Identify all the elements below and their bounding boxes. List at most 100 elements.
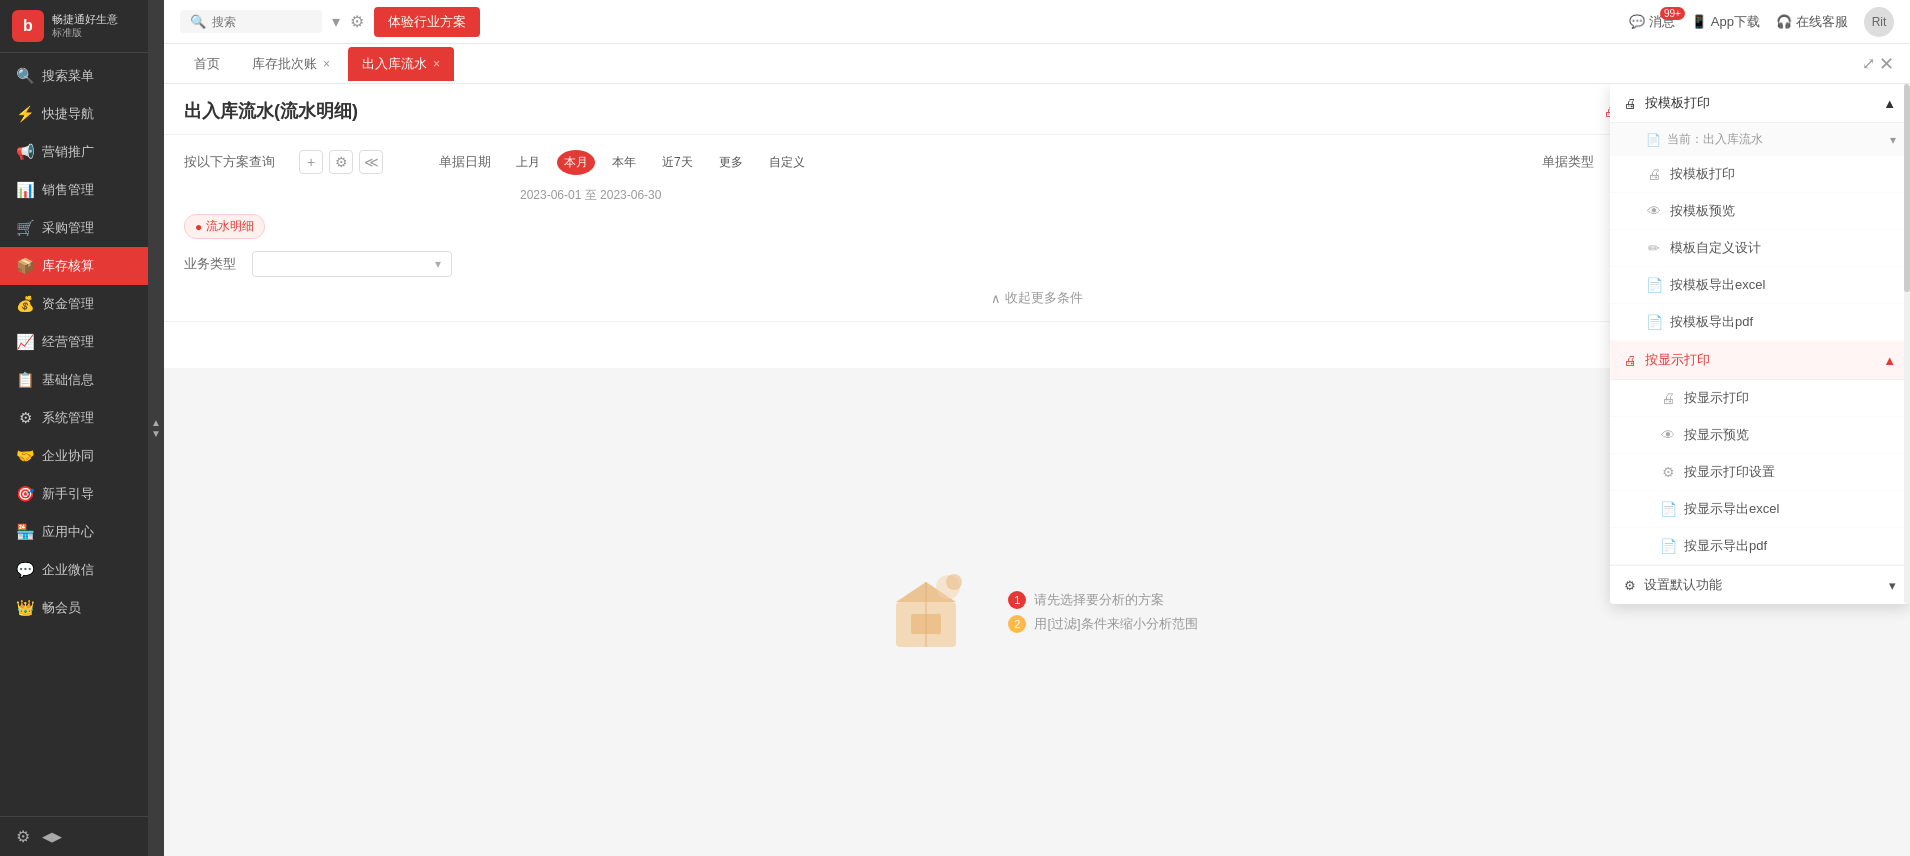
tab-stock-flow-close[interactable]: × <box>433 57 440 71</box>
sidebar-scroll[interactable]: ▲▼ <box>148 0 164 856</box>
step-1: 1 请先选择要分析的方案 <box>1008 591 1197 609</box>
sidebar-label-member: 畅会员 <box>42 599 81 617</box>
sidebar-item-search[interactable]: 🔍 搜索菜单 <box>0 57 148 95</box>
display-pdf-item[interactable]: 📄 按显示导出pdf <box>1610 528 1910 565</box>
tab-home[interactable]: 首页 <box>180 47 234 81</box>
expand-icon[interactable]: ⤢ <box>1862 54 1875 73</box>
sidebar-item-guide[interactable]: 🎯 新手引导 <box>0 475 148 513</box>
guide-icon: 🎯 <box>16 485 34 503</box>
tp-print-label: 按模板打印 <box>1670 165 1735 183</box>
sidebar-label-guide: 新手引导 <box>42 485 94 503</box>
sidebar-label-wechat: 企业微信 <box>42 561 94 579</box>
tp-pdf-icon: 📄 <box>1646 314 1662 330</box>
user-menu[interactable]: Rit <box>1864 7 1894 37</box>
sidebar-label-purchase: 采购管理 <box>42 219 94 237</box>
search-icon: 🔍 <box>190 14 206 29</box>
display-print-label: 按显示打印 <box>1645 351 1710 369</box>
display-settings-item[interactable]: ⚙ 按显示打印设置 <box>1610 454 1910 491</box>
collapse-text: 收起更多条件 <box>1005 289 1083 307</box>
date-7days[interactable]: 近7天 <box>653 150 702 175</box>
date-custom[interactable]: 自定义 <box>760 150 814 175</box>
search-icon: 🔍 <box>16 67 34 85</box>
display-excel-item[interactable]: 📄 按显示导出excel <box>1610 491 1910 528</box>
sidebar-item-system[interactable]: ⚙系统管理 <box>0 399 148 437</box>
sidebar-item-marketing[interactable]: 📢营销推广 <box>0 133 148 171</box>
tab-stock-batch-label: 库存批次账 <box>252 55 317 73</box>
sidebar-item-stock[interactable]: 📦库存核算 <box>0 247 148 285</box>
tab-home-label: 首页 <box>194 55 220 73</box>
tab-stock-batch[interactable]: 库存批次账 × <box>238 47 344 81</box>
member-icon: 👑 <box>16 599 34 617</box>
purchase-icon: 🛒 <box>16 219 34 237</box>
topbar-settings-icon[interactable]: ⚙ <box>350 12 364 31</box>
filter-settings-btn[interactable]: ⚙ <box>329 150 353 174</box>
sidebar: b 畅捷通好生意 标准版 🔍 搜索菜单 ⚡快捷导航📢营销推广📊销售管理 🛒 采购管理 📦库… <box>0 0 148 856</box>
template-preview-item[interactable]: 👁 按模板预览 <box>1610 193 1910 230</box>
message-icon: 💬 <box>1629 14 1645 29</box>
biz-type-select[interactable]: ▾ <box>252 251 452 277</box>
footer-label: 设置默认功能 <box>1644 576 1722 594</box>
collapse-icon[interactable]: ◀▶ <box>42 829 62 844</box>
date-current-month[interactable]: 本月 <box>557 150 595 175</box>
step-2: 2 用[过滤]条件来缩小分析范围 <box>1008 615 1197 633</box>
display-preview-item[interactable]: 👁 按显示预览 <box>1610 417 1910 454</box>
template-print-item[interactable]: 🖨 按模板打印 <box>1610 156 1910 193</box>
dropdown-scrollbar[interactable] <box>1904 84 1910 604</box>
search-input[interactable] <box>212 15 312 29</box>
search-box[interactable]: 🔍 <box>180 10 322 33</box>
message-action[interactable]: 💬 消息 99+ <box>1629 13 1675 31</box>
tab-stock-batch-close[interactable]: × <box>323 57 330 71</box>
tab-stock-flow[interactable]: 出入库流水 × <box>348 47 454 81</box>
date-label: 单据日期 <box>439 153 491 171</box>
app-download-label: App下载 <box>1711 13 1760 31</box>
content-area: 出入库流水(流水明细) 🖨 按模板打印 ▲ | 📤 导出 | 🔄 刷新 <box>164 84 1910 856</box>
flow-detail-tag[interactable]: ● 流水明细 <box>184 214 265 239</box>
template-print-label: 按模板打印 <box>1645 94 1710 112</box>
tp-excel-icon: 📄 <box>1646 277 1662 293</box>
sidebar-item-operations[interactable]: 📈 经营管理 <box>0 323 148 361</box>
sidebar-item-basic[interactable]: 📋基础信息 <box>0 361 148 399</box>
template-design-item[interactable]: ✏ 模板自定义设计 <box>1610 230 1910 267</box>
online-service-action[interactable]: 🎧 在线客服 <box>1776 13 1848 31</box>
display-print-item[interactable]: 🖨 按显示打印 <box>1610 380 1910 417</box>
sidebar-label-search: 搜索菜单 <box>42 67 94 85</box>
print-template-icon: 🖨 <box>1624 96 1637 111</box>
template-excel-item[interactable]: 📄 按模板导出excel <box>1610 267 1910 304</box>
sidebar-item-finance[interactable]: 💰资金管理 <box>0 285 148 323</box>
sidebar-item-quick-nav[interactable]: ⚡快捷导航 <box>0 95 148 133</box>
sidebar-nav: 🔍 搜索菜单 ⚡快捷导航📢营销推广📊销售管理 🛒 采购管理 📦库存核算💰资金管理 📈 经营管理… <box>0 53 148 816</box>
sidebar-item-apps[interactable]: 🏪应用中心 <box>0 513 148 551</box>
sidebar-item-purchase[interactable]: 🛒 采购管理 <box>0 209 148 247</box>
sales-icon: 📊 <box>16 181 34 199</box>
sidebar-label-operations: 经营管理 <box>42 333 94 351</box>
tp-pdf-label: 按模板导出pdf <box>1670 313 1753 331</box>
app-download-action[interactable]: 📱 App下载 <box>1691 13 1760 31</box>
headset-icon: 🎧 <box>1776 14 1792 29</box>
display-print-section[interactable]: 🖨 按显示打印 ▲ <box>1610 341 1910 380</box>
template-print-section[interactable]: 🖨 按模板打印 ▲ <box>1610 84 1910 123</box>
sidebar-item-cooperation[interactable]: 🤝企业协同 <box>0 437 148 475</box>
avatar: Rit <box>1864 7 1894 37</box>
filter-collapse-btn[interactable]: ≪ <box>359 150 383 174</box>
industry-btn[interactable]: 体验行业方案 <box>374 7 480 37</box>
sidebar-logo: b 畅捷通好生意 标准版 <box>0 0 148 53</box>
dp-preview-label: 按显示预览 <box>1684 426 1749 444</box>
sidebar-item-member[interactable]: 👑 畅会员 <box>0 589 148 627</box>
sidebar-item-wechat[interactable]: 💬企业微信 <box>0 551 148 589</box>
dropdown-footer[interactable]: ⚙ 设置默认功能 ▾ <box>1610 565 1910 604</box>
voucher-type-label: 单据类型 <box>1542 153 1594 171</box>
date-this-year[interactable]: 本年 <box>603 150 645 175</box>
date-more[interactable]: 更多 <box>710 150 752 175</box>
topbar-gear-icon[interactable]: ▾ <box>332 12 340 31</box>
template-print-title: 🖨 按模板打印 <box>1624 94 1710 112</box>
template-pdf-item[interactable]: 📄 按模板导出pdf <box>1610 304 1910 341</box>
tag-icon: ● <box>195 220 202 234</box>
settings-icon[interactable]: ⚙ <box>16 827 30 846</box>
step-2-text: 用[过滤]条件来缩小分析范围 <box>1034 615 1197 633</box>
date-prev-month[interactable]: 上月 <box>507 150 549 175</box>
filter-add-btn[interactable]: + <box>299 150 323 174</box>
tag-label: 流水明细 <box>206 218 254 235</box>
operations-icon: 📈 <box>16 333 34 351</box>
close-all-icon[interactable]: ✕ <box>1879 53 1894 75</box>
sidebar-item-sales[interactable]: 📊销售管理 <box>0 171 148 209</box>
